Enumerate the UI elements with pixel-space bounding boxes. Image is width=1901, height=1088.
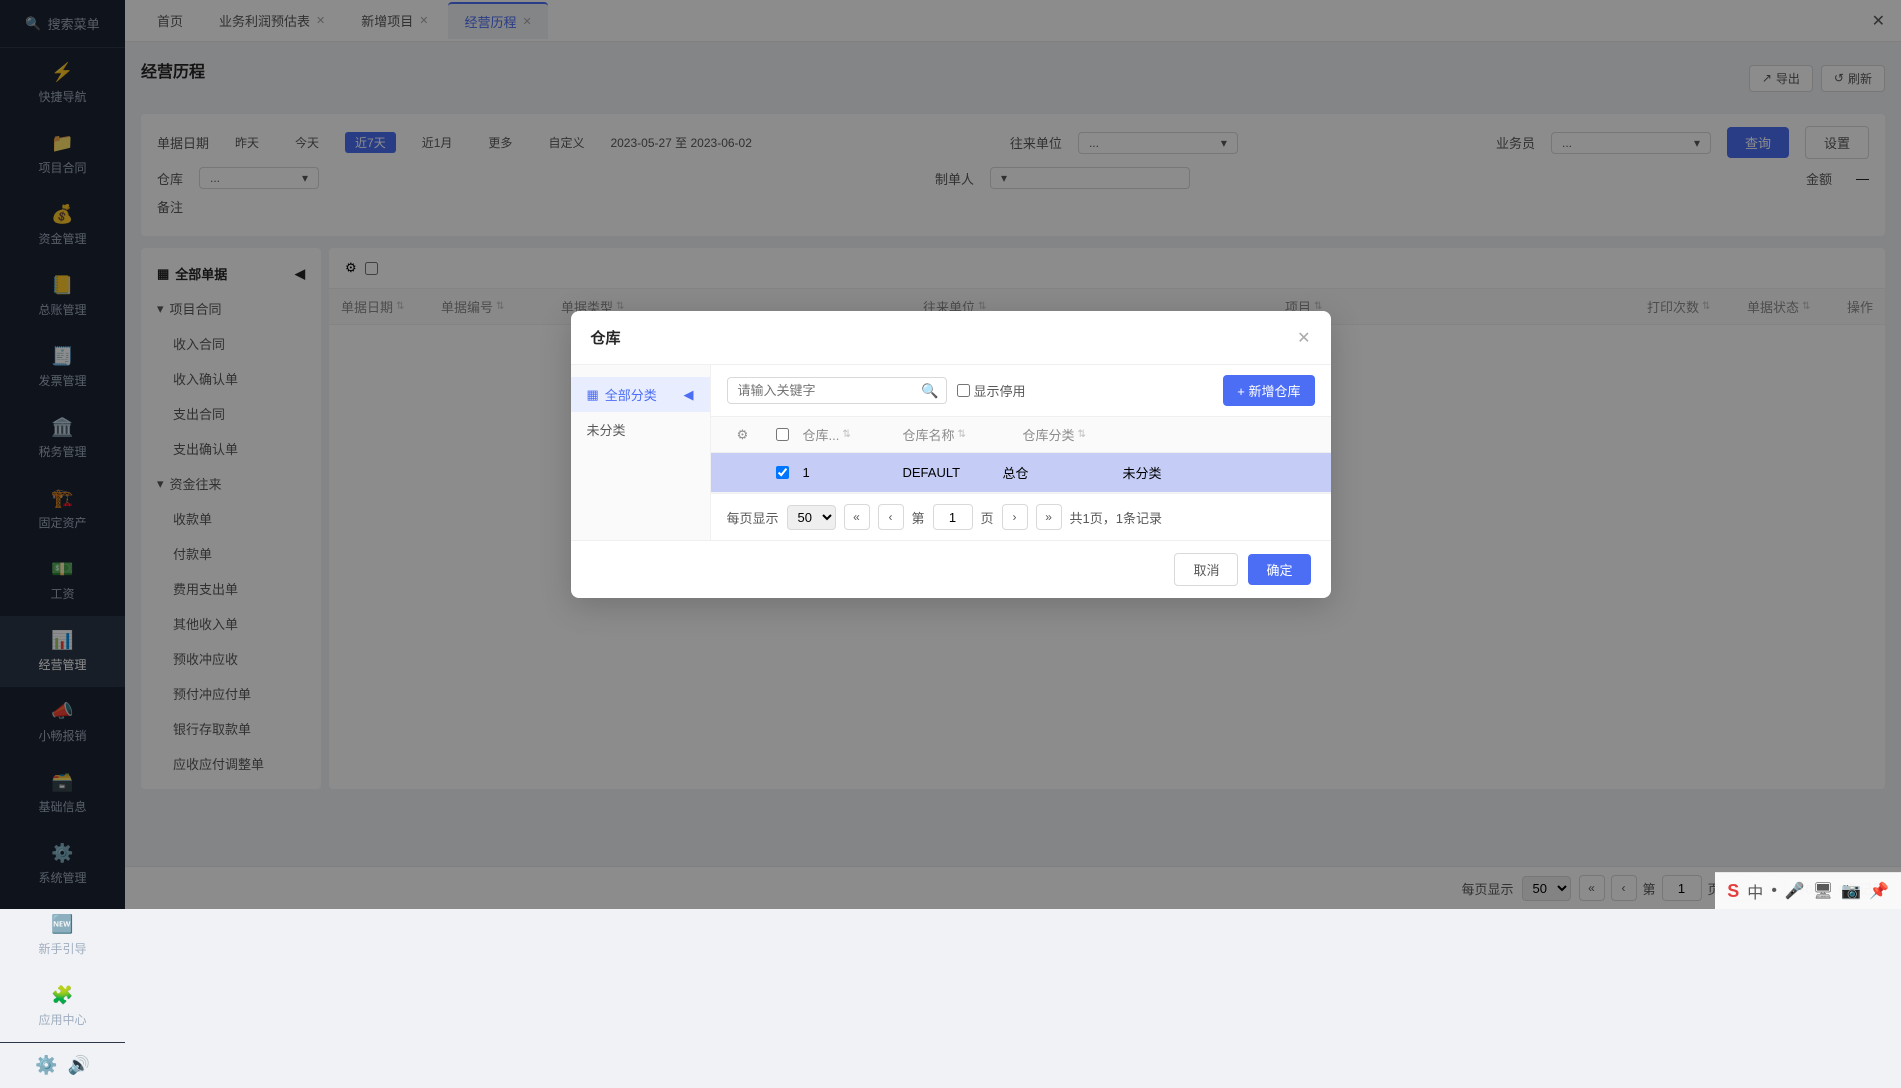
modal-header: 仓库 ✕: [571, 311, 1331, 365]
warehouse-search-input[interactable]: [727, 377, 947, 404]
modal-collapse-icon[interactable]: ◀: [684, 387, 694, 403]
modal-page-size-select[interactable]: 50: [787, 505, 836, 530]
td-id: 1: [803, 465, 903, 480]
modal-first-page[interactable]: «: [844, 504, 870, 530]
modal-prev-page[interactable]: ‹: [878, 504, 904, 530]
modal-close-button[interactable]: ✕: [1297, 328, 1310, 348]
td-checkbox: [763, 466, 803, 479]
modal-total-info: 共1页，1条记录: [1070, 508, 1162, 527]
modal-page-input[interactable]: [933, 504, 973, 530]
sort-category-icon[interactable]: ⇅: [1078, 429, 1086, 440]
taskbar-zh-icon[interactable]: 中: [1747, 879, 1763, 903]
modal-right-panel: 🔍 显示停用 + 新增仓库 ⚙: [711, 365, 1331, 540]
taskbar: S 中 • 🎤 🖥 📷 📌: [1715, 872, 1901, 909]
settings-icon[interactable]: ⚙️: [35, 1055, 57, 1076]
all-categories-icon: ▦: [587, 387, 599, 403]
th-code: 仓库... ⇅: [803, 425, 903, 444]
sidebar-item-newbie[interactable]: 🆕 新手引导: [0, 900, 125, 971]
appcenter-icon: 🧩: [51, 985, 73, 1006]
show-disabled-checkbox[interactable]: [957, 384, 970, 397]
taskbar-mic-icon[interactable]: 🎤: [1785, 881, 1805, 901]
modal-last-page[interactable]: »: [1036, 504, 1062, 530]
sidebar-bottom: ⚙️ 🔊: [0, 1042, 125, 1088]
search-icon[interactable]: 🔍: [921, 382, 938, 399]
taskbar-dot-icon: •: [1771, 882, 1777, 900]
sidebar-item-label: 新手引导: [38, 940, 86, 957]
all-categories-label: 全部分类: [605, 385, 657, 404]
taskbar-pin-icon[interactable]: 📌: [1869, 881, 1889, 901]
th-settings: ⚙: [723, 427, 763, 443]
volume-icon[interactable]: 🔊: [68, 1055, 90, 1076]
confirm-button[interactable]: 确定: [1248, 554, 1310, 585]
modal-overlay: 仓库 ✕ ▦ 全部分类 ◀ 未分类: [0, 0, 1901, 909]
sidebar-item-appcenter[interactable]: 🧩 应用中心: [0, 971, 125, 1042]
search-input-wrap: 🔍: [727, 377, 947, 404]
taskbar-s-icon: S: [1727, 881, 1739, 902]
modal-table: ⚙ 仓库... ⇅ 仓库名称 ⇅: [711, 417, 1331, 493]
modal-table-header: ⚙ 仓库... ⇅ 仓库名称 ⇅: [711, 417, 1331, 453]
warehouse-modal: 仓库 ✕ ▦ 全部分类 ◀ 未分类: [571, 311, 1331, 598]
row-checkbox[interactable]: [776, 466, 789, 479]
td-code: DEFAULT: [903, 465, 1003, 480]
newbie-icon: 🆕: [51, 914, 73, 935]
modal-title: 仓库: [591, 327, 621, 348]
th-name: 仓库名称 ⇅: [903, 425, 1023, 444]
modal-left-all[interactable]: ▦ 全部分类 ◀: [571, 377, 710, 412]
td-category: 未分类: [1123, 463, 1319, 482]
modal-pagination: 每页显示 50 « ‹ 第 页 › » 共1页，1条记录: [711, 493, 1331, 540]
show-disabled-text: 显示停用: [974, 381, 1026, 400]
sort-name-icon[interactable]: ⇅: [958, 429, 966, 440]
modal-page-label: 第: [912, 508, 925, 527]
sort-code-icon[interactable]: ⇅: [842, 429, 850, 440]
modal-body: ▦ 全部分类 ◀ 未分类 🔍: [571, 365, 1331, 540]
sidebar-item-label: 应用中心: [38, 1011, 86, 1028]
modal-footer: 取消 确定: [571, 540, 1331, 598]
taskbar-camera-icon[interactable]: 📷: [1841, 881, 1861, 901]
show-disabled-label[interactable]: 显示停用: [957, 381, 1026, 400]
taskbar-monitor-icon[interactable]: 🖥: [1813, 881, 1833, 901]
unclassified-label: 未分类: [587, 420, 626, 439]
td-name: 总仓: [1003, 463, 1123, 482]
modal-left-panel: ▦ 全部分类 ◀ 未分类: [571, 365, 711, 540]
modal-toolbar: 🔍 显示停用 + 新增仓库: [711, 365, 1331, 417]
select-all-modal-checkbox[interactable]: [776, 428, 789, 441]
modal-page-suffix: 页: [981, 508, 994, 527]
th-category: 仓库分类 ⇅: [1023, 425, 1319, 444]
th-checkbox: [763, 428, 803, 441]
add-warehouse-button[interactable]: + 新增仓库: [1223, 375, 1314, 406]
modal-left-unclassified[interactable]: 未分类: [571, 412, 710, 447]
modal-page-size-label: 每页显示: [727, 508, 779, 527]
cancel-button[interactable]: 取消: [1174, 553, 1238, 586]
table-row[interactable]: 1 DEFAULT 总仓 未分类: [711, 453, 1331, 493]
modal-next-page[interactable]: ›: [1002, 504, 1028, 530]
settings-col-icon[interactable]: ⚙: [737, 427, 749, 443]
